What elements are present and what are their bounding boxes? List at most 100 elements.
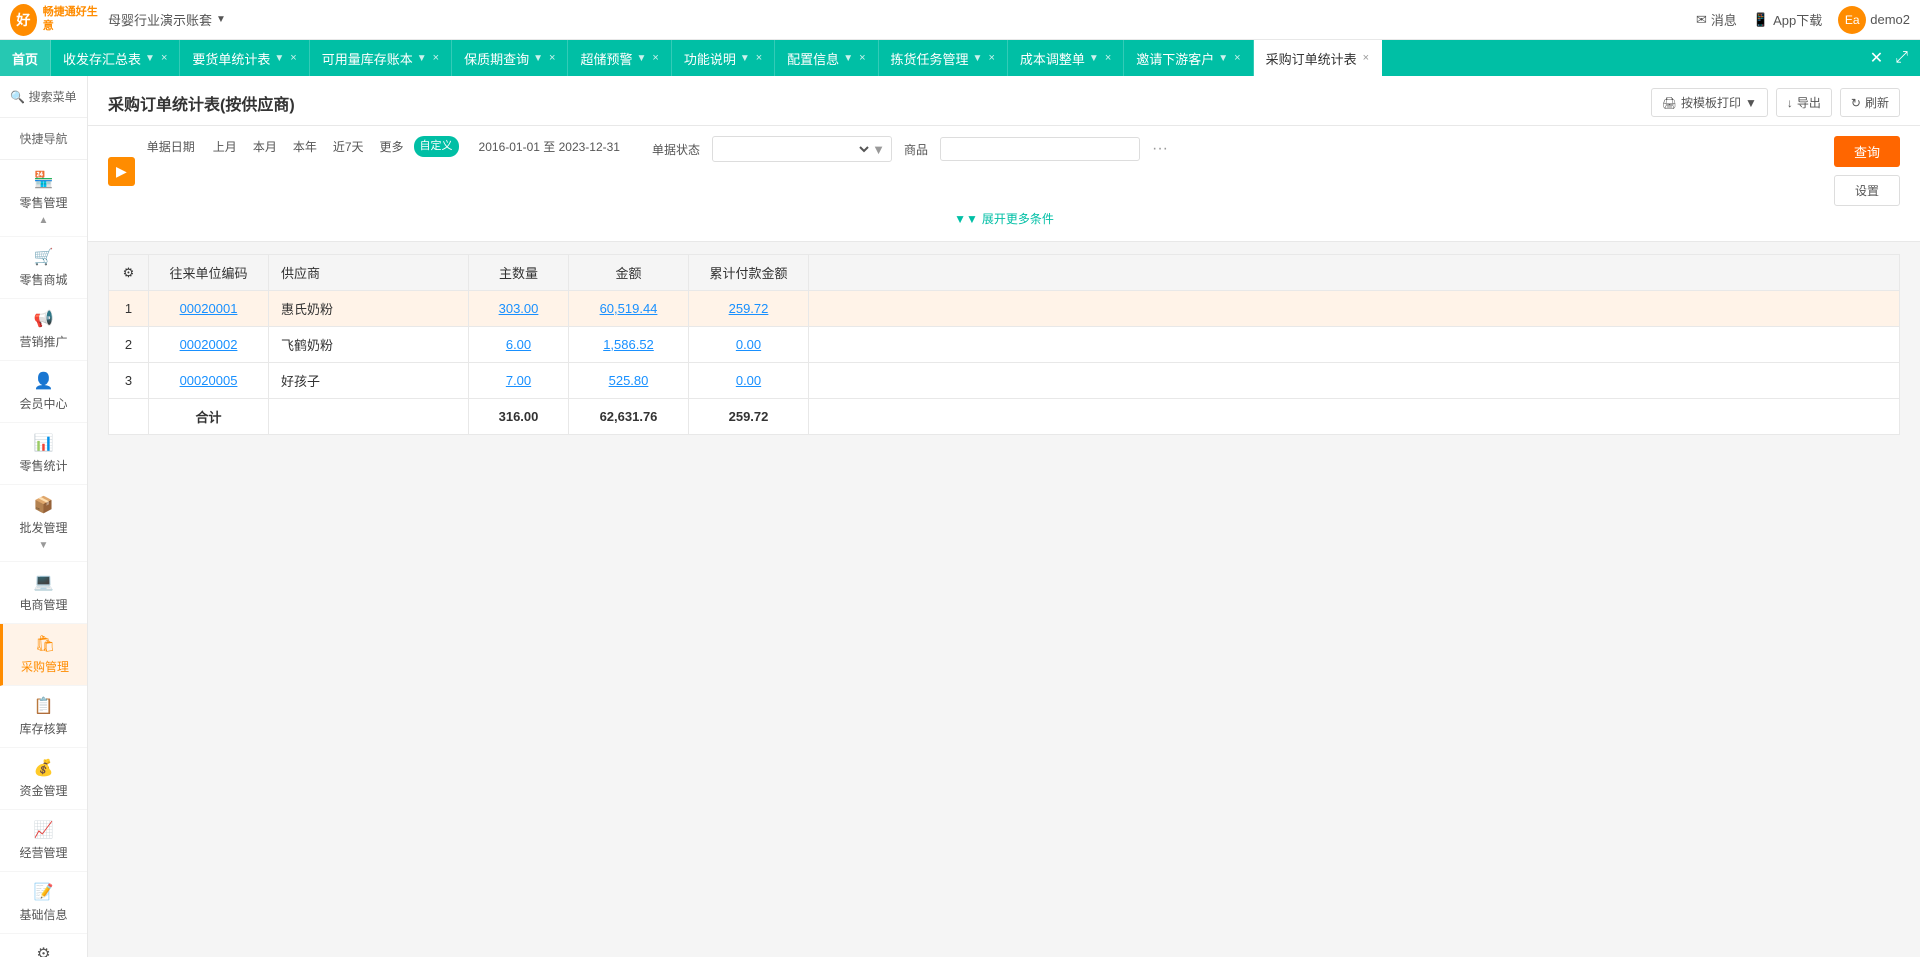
nav-close-btn[interactable]: ✕ <box>1866 44 1887 72</box>
sidebar-item-zero-sale[interactable]: 🏪 零售管理 ▲ <box>0 160 87 237</box>
tab-stock-book-close-icon[interactable]: × <box>433 52 439 64</box>
tab-function-label: 功能说明 <box>684 49 736 68</box>
avatar: Ea <box>1838 6 1866 34</box>
quick-nav-section: 快捷导航 <box>0 118 87 160</box>
sidebar-item-label-purchase: 采购管理 <box>21 658 69 675</box>
paid-link[interactable]: 0.00 <box>736 337 761 352</box>
amount-link[interactable]: 525.80 <box>609 373 649 388</box>
sidebar-item-system[interactable]: ⚙ 系统管理 <box>0 934 87 957</box>
footer-amount: 62,631.76 <box>569 399 689 435</box>
th-settings[interactable]: ⚙ <box>109 255 149 291</box>
sidebar-item-purchase[interactable]: 🛍 采购管理 <box>0 624 87 686</box>
zero-mall-icon: 🛒 <box>34 247 54 267</box>
qty-link[interactable]: 303.00 <box>499 301 539 316</box>
filter-bar: ▶ 单据日期 上月 本月 本年 近7天 更多 自定义 2016-01-01 至 … <box>88 126 1920 242</box>
tab-overstock-warning[interactable]: 超储预警 ▼ × <box>568 40 671 76</box>
date-more-btn[interactable]: 更多 <box>374 136 410 157</box>
export-label: 导出 <box>1797 94 1821 111</box>
date-this-year-btn[interactable]: 本年 <box>287 136 323 157</box>
tab-stock-book[interactable]: 可用量库存账本 ▼ × <box>310 40 452 76</box>
export-btn[interactable]: ↓ 导出 <box>1776 88 1832 117</box>
tab-invite-customer[interactable]: 邀请下游客户 ▼ × <box>1124 40 1253 76</box>
product-more-icon[interactable]: ··· <box>1152 140 1168 158</box>
export-icon: ↓ <box>1787 96 1793 110</box>
app-download-action[interactable]: 📱 App下载 <box>1753 10 1822 29</box>
tab-invite-arrow-icon: ▼ <box>1218 53 1228 64</box>
sidebar-item-zero-mall[interactable]: 🛒 零售商城 <box>0 237 87 299</box>
quick-nav-label: 快捷导航 <box>19 132 67 146</box>
tab-function-close-icon[interactable]: × <box>756 52 762 64</box>
search-menu-btn[interactable]: 🔍 搜索菜单 <box>6 84 81 109</box>
expand-more-btn[interactable]: ▼▼ 展开更多条件 <box>954 210 1054 227</box>
username: demo2 <box>1870 12 1910 27</box>
date-last-month-btn[interactable]: 上月 <box>207 136 243 157</box>
template-print-btn[interactable]: 🖨 按模板打印 ▼ <box>1651 88 1768 117</box>
tab-home[interactable]: 首页 <box>0 40 51 76</box>
code-link[interactable]: 00020002 <box>180 337 238 352</box>
tab-purchase-order-stats[interactable]: 采购订单统计表 × <box>1254 40 1382 76</box>
tab-invite-close-icon[interactable]: × <box>1234 52 1240 64</box>
th-supplier: 供应商 <box>269 255 469 291</box>
sidebar-item-membership[interactable]: 👤 会员中心 <box>0 361 87 423</box>
tab-receive-close-icon[interactable]: × <box>161 52 167 64</box>
tab-config-close-icon[interactable]: × <box>859 52 865 64</box>
cell-amount: 525.80 <box>569 363 689 399</box>
tab-config-info[interactable]: 配置信息 ▼ × <box>775 40 878 76</box>
tab-function-desc[interactable]: 功能说明 ▼ × <box>672 40 775 76</box>
tab-cost-close-icon[interactable]: × <box>1105 52 1111 64</box>
user-info[interactable]: Ea demo2 <box>1838 6 1910 34</box>
sidebar-item-basic[interactable]: 📝 基础信息 <box>0 872 87 934</box>
sidebar-item-ecommerce[interactable]: 💻 电商管理 <box>0 562 87 624</box>
date-this-month-btn[interactable]: 本月 <box>247 136 283 157</box>
message-action[interactable]: ✉ 消息 <box>1696 10 1737 29</box>
sidebar-item-operation[interactable]: 📈 经营管理 <box>0 810 87 872</box>
workspace-selector[interactable]: 母婴行业演示账套 ▼ <box>108 10 1686 29</box>
sidebar-item-label-marketing: 营销推广 <box>19 333 67 350</box>
qty-link[interactable]: 6.00 <box>506 337 531 352</box>
settings-btn[interactable]: 设置 <box>1834 175 1900 206</box>
tab-order-stats-close-icon[interactable]: × <box>290 52 296 64</box>
product-search-input[interactable] <box>940 137 1140 161</box>
tab-receive-summary[interactable]: 收发存汇总表 ▼ × <box>51 40 180 76</box>
query-btn[interactable]: 查询 <box>1834 136 1900 167</box>
tab-purchase-order-close-icon[interactable]: × <box>1363 52 1369 64</box>
sidebar-item-inventory[interactable]: 📋 库存核算 <box>0 686 87 748</box>
nav-maximize-btn[interactable]: ⤢ <box>1891 45 1912 71</box>
table-row[interactable]: 1 00020001 惠氏奶粉 303.00 60,519.44 259.72 <box>109 291 1900 327</box>
table-row[interactable]: 3 00020005 好孩子 7.00 525.80 0.00 <box>109 363 1900 399</box>
th-paid: 累计付款金额 <box>689 255 809 291</box>
amount-link[interactable]: 1,586.52 <box>603 337 654 352</box>
tab-expiry-query[interactable]: 保质期查询 ▼ × <box>452 40 568 76</box>
refresh-btn[interactable]: ↻ 刷新 <box>1840 88 1900 117</box>
paid-link[interactable]: 0.00 <box>736 373 761 388</box>
code-link[interactable]: 00020005 <box>180 373 238 388</box>
tab-cost-adjust[interactable]: 成本调整单 ▼ × <box>1008 40 1124 76</box>
quick-nav-btn[interactable]: 快捷导航 <box>6 126 81 151</box>
status-select[interactable] <box>713 137 872 161</box>
filter-row-date: 单据日期 上月 本月 本年 近7天 更多 自定义 2016-01-01 至 20… <box>147 136 620 157</box>
sidebar-item-marketing[interactable]: 📢 营销推广 <box>0 299 87 361</box>
sidebar-item-label-inventory: 库存核算 <box>19 720 67 737</box>
app-download-icon: 📱 <box>1753 12 1769 28</box>
sidebar-item-wholesale[interactable]: 📦 批发管理 ▼ <box>0 485 87 562</box>
sidebar-item-finance[interactable]: 💰 资金管理 <box>0 748 87 810</box>
column-settings-icon[interactable]: ⚙ <box>123 265 135 280</box>
amount-link[interactable]: 60,519.44 <box>600 301 658 316</box>
tab-overstock-close-icon[interactable]: × <box>652 52 658 64</box>
message-label: 消息 <box>1711 10 1737 29</box>
page-header: 采购订单统计表(按供应商) 🖨 按模板打印 ▼ ↓ 导出 ↻ 刷新 <box>88 76 1920 126</box>
tab-expiry-close-icon[interactable]: × <box>549 52 555 64</box>
paid-link[interactable]: 259.72 <box>729 301 769 316</box>
date-7days-btn[interactable]: 近7天 <box>327 136 370 157</box>
table-row[interactable]: 2 00020002 飞鹤奶粉 6.00 1,586.52 0.00 <box>109 327 1900 363</box>
tab-pick-task[interactable]: 拣货任务管理 ▼ × <box>879 40 1008 76</box>
code-link[interactable]: 00020001 <box>180 301 238 316</box>
tab-cost-label: 成本调整单 <box>1020 49 1085 68</box>
date-custom-badge[interactable]: 自定义 <box>414 136 459 157</box>
status-select-wrap: ▼ <box>712 136 892 162</box>
sidebar-item-zero-stats[interactable]: 📊 零售统计 <box>0 423 87 485</box>
qty-link[interactable]: 7.00 <box>506 373 531 388</box>
tab-order-stats[interactable]: 要货单统计表 ▼ × <box>180 40 309 76</box>
filter-collapse-btn[interactable]: ▶ <box>108 157 135 186</box>
tab-pick-close-icon[interactable]: × <box>988 52 994 64</box>
